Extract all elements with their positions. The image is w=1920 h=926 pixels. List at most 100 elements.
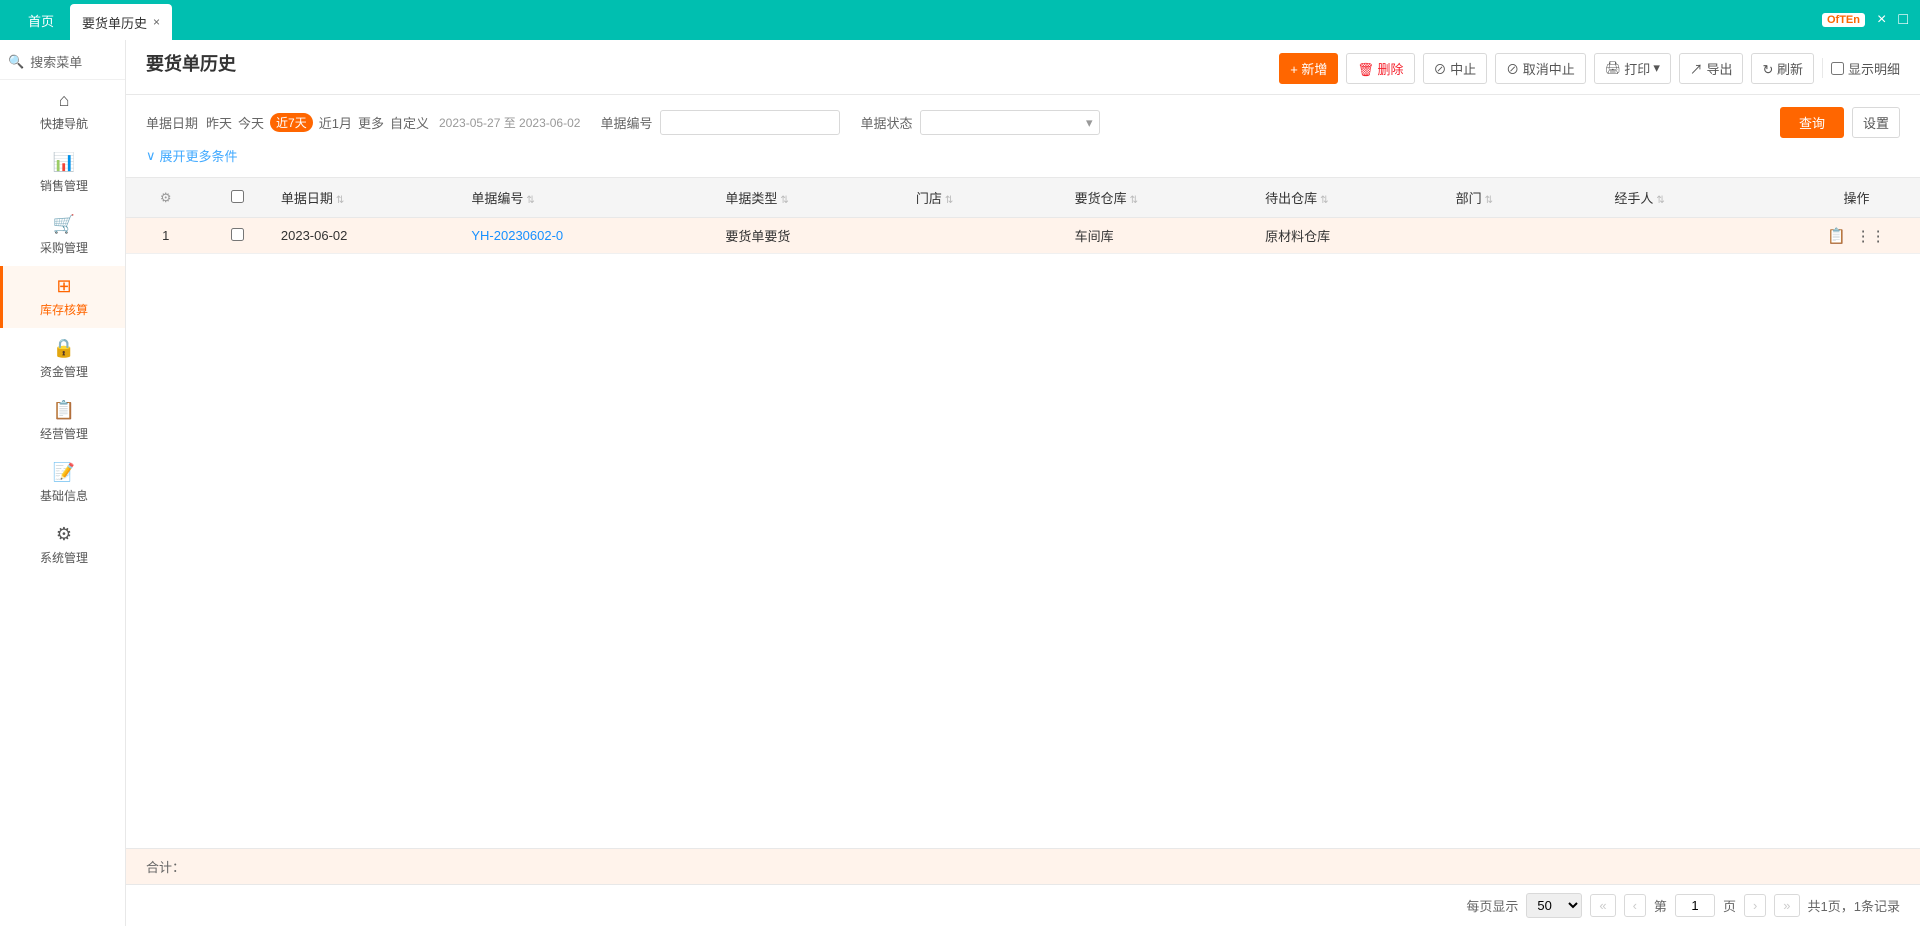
top-bar-actions: OfTEn × □ [1822, 11, 1908, 29]
refresh-button[interactable]: ↻ 刷新 [1751, 53, 1814, 84]
print-label: 打印 [1624, 59, 1650, 78]
sidebar-item-purchase[interactable]: 🛒 采购管理 [0, 204, 125, 266]
sort-no-icon: ⇅ [526, 195, 534, 206]
table-container: ⚙ 单据日期⇅ 单据编号⇅ 单据类型⇅ [126, 178, 1920, 848]
sidebar-item-inventory[interactable]: ⊞ 库存核算 [0, 266, 125, 328]
page-suffix-label: 页 [1723, 896, 1736, 915]
print-dropdown-icon: ▾ [1653, 60, 1660, 76]
sidebar-item-system-label: 系统管理 [40, 549, 88, 566]
date-filter-links: 昨天 今天 近7天 近1月 更多 自定义 [206, 113, 429, 132]
sidebar-search[interactable]: 🔍 搜索菜单 [0, 40, 125, 80]
sidebar-item-basic[interactable]: 📝 基础信息 [0, 452, 125, 514]
status-filter-select[interactable] [920, 110, 1100, 135]
docno-filter-label: 单据编号 [600, 113, 652, 132]
sidebar-item-operation-label: 经营管理 [40, 425, 88, 442]
first-page-btn[interactable]: « [1590, 894, 1615, 917]
col-wait-wh[interactable]: 待出仓库⇅ [1253, 178, 1444, 218]
row-dept [1444, 218, 1603, 254]
date-filter-group: 单据日期 昨天 今天 近7天 近1月 更多 自定义 [146, 113, 429, 132]
show-detail-checkbox[interactable]: 显示明细 [1831, 59, 1900, 78]
toolbar: + 新增 🗑 删除 ⊘ 中止 ⊘ 取消中止 🖨 打印 ▾ ↗ 导出 ↻ 刷新 [1279, 53, 1900, 84]
row-no-link[interactable]: YH-20230602-0 [471, 228, 563, 243]
query-button[interactable]: 查询 [1780, 107, 1844, 138]
col-store[interactable]: 门店⇅ [904, 178, 1063, 218]
page-number-input[interactable] [1675, 894, 1715, 917]
tab-home[interactable]: 首页 [12, 0, 70, 40]
expand-label: 展开更多条件 [160, 146, 238, 165]
sort-wait-wh-icon: ⇅ [1320, 195, 1328, 206]
row-req-wh: 车间库 [1063, 218, 1254, 254]
delete-button[interactable]: 🗑 删除 [1346, 53, 1414, 84]
col-handler[interactable]: 经手人⇅ [1602, 178, 1793, 218]
col-type[interactable]: 单据类型⇅ [713, 178, 904, 218]
page-prefix-label: 第 [1654, 896, 1667, 915]
cancel-stop-button[interactable]: ⊘ 取消中止 [1495, 53, 1586, 84]
row-date: 2023-06-02 [269, 218, 460, 254]
export-button[interactable]: ↗ 导出 [1679, 53, 1744, 84]
sidebar-item-operation[interactable]: 📋 经营管理 [0, 390, 125, 452]
col-gear[interactable]: ⚙ [126, 178, 205, 218]
date-range-display: 2023-05-27 至 2023-06-02 [439, 114, 580, 131]
stop-button[interactable]: ⊘ 中止 [1423, 53, 1488, 84]
row-no: YH-20230602-0 [459, 218, 713, 254]
row-store [904, 218, 1063, 254]
date-range-text: 2023-05-27 至 2023-06-02 [439, 116, 580, 130]
sidebar-item-finance[interactable]: 🔒 资金管理 [0, 328, 125, 390]
prev-page-btn[interactable]: ‹ [1624, 894, 1646, 917]
show-detail-input[interactable] [1831, 62, 1844, 75]
expand-icon: ∨ [146, 148, 156, 164]
sidebar-item-sales-label: 销售管理 [40, 177, 88, 194]
col-req-wh[interactable]: 要货仓库⇅ [1063, 178, 1254, 218]
inventory-icon: ⊞ [56, 276, 71, 297]
next-page-btn[interactable]: › [1744, 894, 1766, 917]
date-custom[interactable]: 自定义 [390, 113, 429, 132]
table-header-row: ⚙ 单据日期⇅ 单据编号⇅ 单据类型⇅ [126, 178, 1920, 218]
date-more[interactable]: 更多 [358, 113, 384, 132]
per-page-select[interactable]: 50 100 [1526, 893, 1582, 918]
sort-handler-icon: ⇅ [1656, 195, 1664, 206]
tab-active-label: 要货单历史 [82, 13, 147, 32]
col-no[interactable]: 单据编号⇅ [459, 178, 713, 218]
select-all-checkbox[interactable] [231, 190, 244, 203]
settings-button[interactable]: 设置 [1852, 107, 1900, 138]
maximize-icon[interactable]: □ [1898, 11, 1908, 29]
sidebar-item-sales[interactable]: 📊 销售管理 [0, 142, 125, 204]
table-footer: 合计： [126, 848, 1920, 884]
row-index: 1 [126, 218, 205, 254]
sort-dept-icon: ⇅ [1485, 195, 1493, 206]
date-yesterday[interactable]: 昨天 [206, 113, 232, 132]
print-button[interactable]: 🖨 打印 ▾ [1594, 53, 1671, 84]
filter-row: 单据日期 昨天 今天 近7天 近1月 更多 自定义 2023-05-27 至 2… [146, 107, 1900, 138]
finance-icon: 🔒 [53, 338, 75, 359]
tab-close-icon[interactable]: × [153, 15, 160, 29]
date-1month[interactable]: 近1月 [319, 113, 352, 132]
sidebar-item-system[interactable]: ⚙ 系统管理 [0, 514, 125, 576]
expand-more-btn[interactable]: ∨ 展开更多条件 [146, 146, 1900, 165]
sidebar-item-quick-nav[interactable]: ⌂ 快捷导航 [0, 80, 125, 142]
docno-filter-input[interactable] [660, 110, 840, 135]
sort-store-icon: ⇅ [945, 195, 953, 206]
date-today[interactable]: 今天 [238, 113, 264, 132]
row-checkbox[interactable] [231, 228, 244, 241]
col-date[interactable]: 单据日期⇅ [269, 178, 460, 218]
data-table: ⚙ 单据日期⇅ 单据编号⇅ 单据类型⇅ [126, 178, 1920, 254]
docno-filter-group: 单据编号 [600, 110, 840, 135]
search-icon: 🔍 [8, 54, 24, 70]
content-area: 要货单历史 + 新增 🗑 删除 ⊘ 中止 ⊘ 取消中止 🖨 打印 ▾ ↗ 导出 … [126, 40, 1920, 926]
toolbar-divider [1822, 58, 1823, 78]
quick-nav-icon: ⌂ [59, 90, 70, 111]
add-button[interactable]: + 新增 [1279, 53, 1338, 84]
col-dept[interactable]: 部门⇅ [1444, 178, 1603, 218]
sidebar-search-label: 搜索菜单 [30, 52, 82, 71]
row-check[interactable] [205, 218, 269, 254]
sort-req-wh-icon: ⇅ [1130, 195, 1138, 206]
sidebar: 🔍 搜索菜单 ⌂ 快捷导航 📊 销售管理 🛒 采购管理 ⊞ 库存核算 🔒 资 [0, 40, 126, 926]
total-info: 共1页，1条记录 [1808, 896, 1900, 915]
row-edit-icon[interactable]: 📋 [1827, 228, 1846, 245]
tab-active[interactable]: 要货单历史 × [70, 4, 172, 40]
row-more-icon[interactable]: ⋮⋮ [1856, 228, 1886, 245]
close-window-icon[interactable]: × [1877, 11, 1886, 29]
purchase-icon: 🛒 [53, 214, 75, 235]
last-page-btn[interactable]: » [1774, 894, 1799, 917]
date-7days[interactable]: 近7天 [270, 113, 313, 132]
